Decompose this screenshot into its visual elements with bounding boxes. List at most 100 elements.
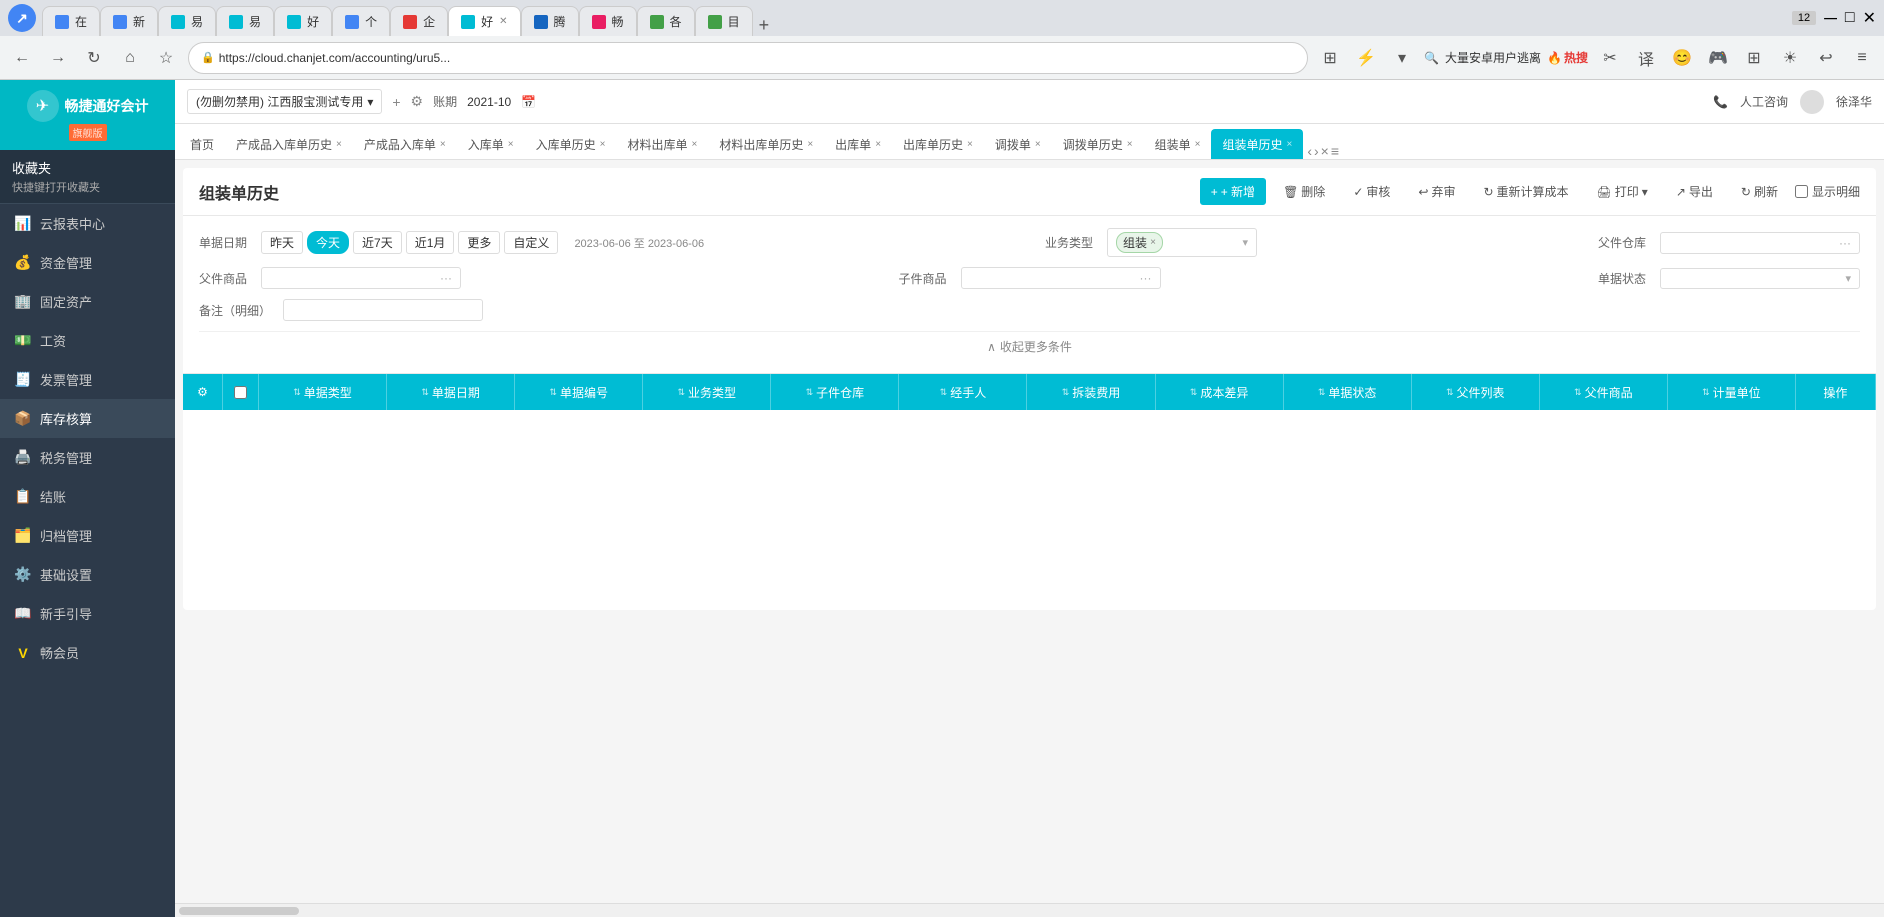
tab-menu-icon[interactable]: ≡	[1331, 143, 1339, 159]
tab-11[interactable]: 各	[637, 6, 695, 36]
nav-tab-10[interactable]: 调拨单历史 ×	[1052, 129, 1144, 159]
game-button[interactable]: 🎮	[1704, 44, 1732, 72]
menu-button[interactable]: ≡	[1848, 44, 1876, 72]
nav-tab-12-active[interactable]: 组装单历史 ×	[1211, 129, 1303, 159]
export-button[interactable]: ↗ 导出	[1665, 178, 1724, 205]
nav-tab-12-close[interactable]: ×	[1286, 139, 1292, 150]
grid-button[interactable]: ⊞	[1740, 44, 1768, 72]
sun-button[interactable]: ☀	[1776, 44, 1804, 72]
bookmark-button[interactable]: ☆	[152, 44, 180, 72]
delete-button[interactable]: 🗑 删除	[1272, 178, 1336, 205]
translate-button[interactable]: 译	[1632, 44, 1660, 72]
emoji-button[interactable]: 😊	[1668, 44, 1696, 72]
tab-2[interactable]: 新	[100, 6, 158, 36]
tab-prev-icon[interactable]: ‹	[1307, 143, 1312, 159]
sidebar-item-invoice[interactable]: 🧾 发票管理	[0, 360, 175, 399]
date-btn-custom[interactable]: 自定义	[504, 231, 558, 254]
qr-code-button[interactable]: ⊞	[1316, 44, 1344, 72]
nav-tab-11-close[interactable]: ×	[1195, 139, 1201, 150]
th-bill-status[interactable]: ⇅ 单据状态	[1284, 374, 1412, 410]
nav-tab-9-close[interactable]: ×	[1035, 139, 1041, 150]
close-window-button[interactable]: ✕	[1863, 8, 1876, 28]
nav-tab-home[interactable]: 首页	[179, 129, 225, 159]
refresh-button[interactable]: ↻ 刷新	[1730, 178, 1789, 205]
th-cost-diff[interactable]: ⇅ 成本差异	[1156, 374, 1284, 410]
th-disassemble-fee[interactable]: ⇅ 拆装费用	[1027, 374, 1155, 410]
tab-7[interactable]: 企	[390, 6, 448, 36]
sidebar-item-tax[interactable]: 🖨️ 税务管理	[0, 438, 175, 477]
new-tab-button[interactable]: +	[759, 15, 770, 36]
nav-tab-7-close[interactable]: ×	[875, 139, 881, 150]
minimize-button[interactable]: ─	[1824, 8, 1837, 29]
sidebar-item-payroll[interactable]: 💵 工资	[0, 321, 175, 360]
parent-warehouse-selector[interactable]: ···	[1660, 232, 1860, 254]
dropdown-button[interactable]: ▾	[1388, 44, 1416, 72]
nav-tab-4-close[interactable]: ×	[600, 139, 606, 150]
biz-type-selector[interactable]: 组装 × ▾	[1107, 228, 1257, 257]
add-company-button[interactable]: +	[392, 94, 400, 110]
lightning-button[interactable]: ⚡	[1352, 44, 1380, 72]
sidebar-item-cloud-report[interactable]: 📊 云报表中心	[0, 204, 175, 243]
tab-5[interactable]: 好	[274, 6, 332, 36]
date-btn-1month[interactable]: 近1月	[406, 231, 455, 254]
th-unit[interactable]: ⇅ 计量单位	[1668, 374, 1796, 410]
audit-button[interactable]: ✓ 审核	[1342, 178, 1401, 205]
biz-type-tag-close[interactable]: ×	[1150, 237, 1156, 248]
nav-tab-8-close[interactable]: ×	[967, 139, 973, 150]
th-checkbox[interactable]	[223, 374, 259, 410]
nav-tab-8[interactable]: 出库单历史 ×	[892, 129, 984, 159]
tab-8-active[interactable]: 好 ✕	[448, 6, 520, 36]
horizontal-scrollbar[interactable]	[175, 903, 1884, 917]
add-button[interactable]: + + 新增	[1200, 178, 1266, 205]
tab-10[interactable]: 畅	[579, 6, 637, 36]
sidebar-item-settlement[interactable]: 📋 结账	[0, 477, 175, 516]
sidebar-item-inventory[interactable]: 📦 库存核算	[0, 399, 175, 438]
nav-tab-1-close[interactable]: ×	[336, 139, 342, 150]
th-bill-date[interactable]: ⇅ 单据日期	[387, 374, 515, 410]
maximize-button[interactable]: □	[1845, 9, 1855, 27]
date-btn-today[interactable]: 今天	[307, 231, 349, 254]
nav-tab-7[interactable]: 出库单 ×	[824, 129, 892, 159]
show-detail-checkbox[interactable]	[1795, 185, 1808, 198]
sidebar-item-settings[interactable]: ⚙️ 基础设置	[0, 555, 175, 594]
nav-tab-5[interactable]: 材料出库单 ×	[616, 129, 708, 159]
forward-button[interactable]: →	[44, 44, 72, 72]
address-bar[interactable]: 🔒 https://cloud.chanjet.com/accounting/u…	[188, 42, 1308, 74]
th-settings[interactable]: ⚙	[183, 374, 223, 410]
sidebar-item-fixed-assets[interactable]: 🏢 固定资产	[0, 282, 175, 321]
th-bill-type[interactable]: ⇅ 单据类型	[259, 374, 387, 410]
tab-8-close-icon[interactable]: ✕	[499, 16, 507, 27]
sidebar-item-member[interactable]: V 畅会员	[0, 633, 175, 672]
nav-tab-2[interactable]: 产成品入库单 ×	[353, 129, 457, 159]
abandon-button[interactable]: ↩ 弃审	[1407, 178, 1466, 205]
print-button[interactable]: 🖨 打印 ▾	[1586, 178, 1659, 205]
sidebar-item-archive[interactable]: 🗂️ 归档管理	[0, 516, 175, 555]
bill-status-selector[interactable]: ▾	[1660, 268, 1860, 289]
remark-input[interactable]	[283, 299, 483, 321]
th-bill-no[interactable]: ⇅ 单据编号	[515, 374, 643, 410]
date-btn-yesterday[interactable]: 昨天	[261, 231, 303, 254]
nav-tab-6-close[interactable]: ×	[807, 139, 813, 150]
tab-6[interactable]: 个	[332, 6, 390, 36]
th-parent-list[interactable]: ⇅ 父件列表	[1412, 374, 1540, 410]
company-selector[interactable]: (勿删勿禁用) 江西服宝测试专用 ▾	[187, 89, 382, 114]
sidebar-item-fund[interactable]: 💰 资金管理	[0, 243, 175, 282]
nav-tab-5-close[interactable]: ×	[691, 139, 697, 150]
nav-tab-4[interactable]: 入库单历史 ×	[525, 129, 617, 159]
nav-tab-2-close[interactable]: ×	[440, 139, 446, 150]
th-handler[interactable]: ⇅ 经手人	[899, 374, 1027, 410]
cut-button[interactable]: ✂	[1596, 44, 1624, 72]
user-service-text[interactable]: 人工咨询	[1740, 93, 1788, 110]
th-child-warehouse[interactable]: ⇅ 子件仓库	[771, 374, 899, 410]
undo-button[interactable]: ↩	[1812, 44, 1840, 72]
nav-tab-10-close[interactable]: ×	[1127, 139, 1133, 150]
tab-9[interactable]: 腾	[521, 6, 579, 36]
nav-tab-11[interactable]: 组装单 ×	[1144, 129, 1212, 159]
sidebar-item-guide[interactable]: 📖 新手引导	[0, 594, 175, 633]
calendar-icon[interactable]: 📅	[521, 95, 536, 109]
tab-12[interactable]: 目	[695, 6, 753, 36]
nav-tab-1[interactable]: 产成品入库单历史 ×	[225, 129, 353, 159]
nav-tab-3[interactable]: 入库单 ×	[457, 129, 525, 159]
tab-4[interactable]: 易	[216, 6, 274, 36]
th-parent-goods[interactable]: ⇅ 父件商品	[1540, 374, 1668, 410]
